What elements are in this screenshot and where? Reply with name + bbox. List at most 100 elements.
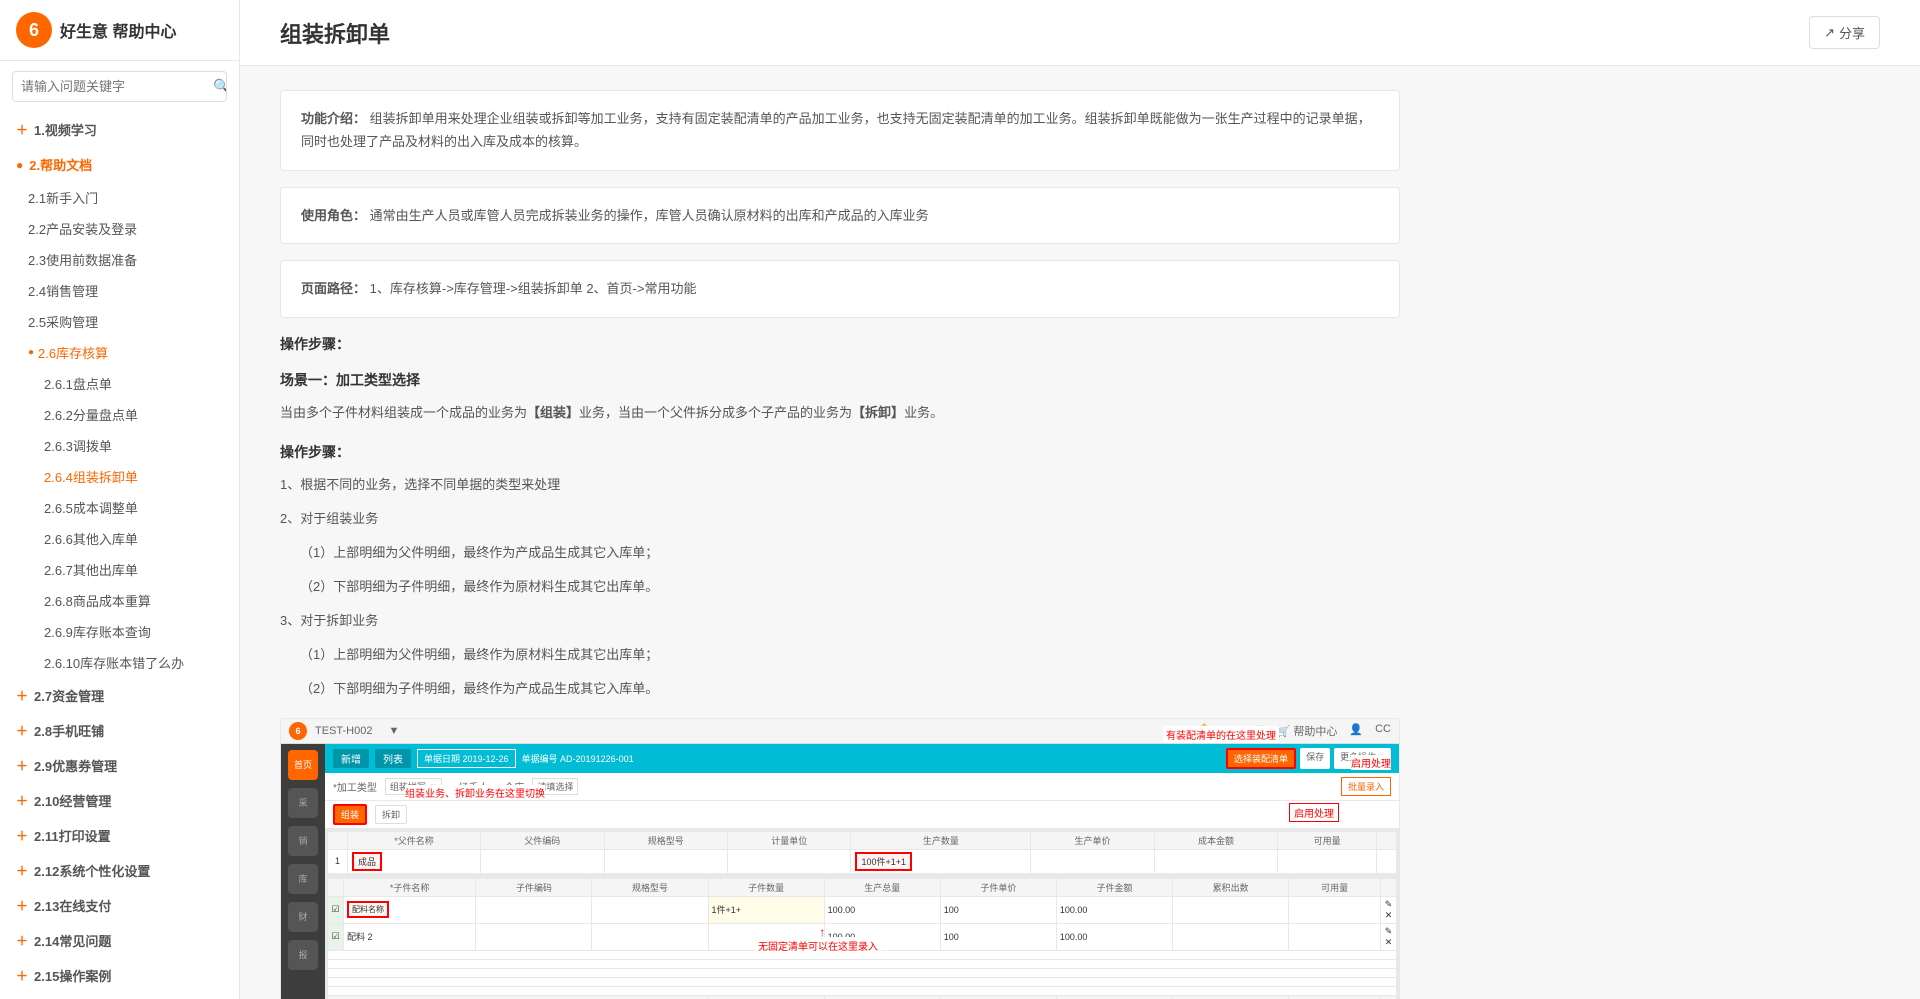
page-title: 组装拆卸单 [280, 17, 390, 49]
mini-form-area: 新增 列表 单据日期 2019-12-26 单据编号 AD-20191226-0… [325, 744, 1399, 999]
main-header: 组装拆卸单 ↗ 分享 [240, 0, 1920, 66]
sidebar-item-print[interactable]: ＋ 2.11打印设置 [0, 818, 239, 853]
mini-nav-icon-5: 报 [288, 940, 318, 970]
sidebar-item-newbie[interactable]: 2.1新手入门 [0, 182, 239, 213]
mini-logo: 6 [289, 722, 307, 740]
sidebar-item-stocktake[interactable]: 2.6.1盘点单 [0, 368, 239, 399]
screenshot-container: 6 TEST-H002 ▼ 🔔 App下载 🛒 帮助中心 👤 CC 首页 [280, 718, 1400, 999]
step-3-1: （1）上部明细为父件明细，最终作为原材料生成其它出库单； [300, 642, 1400, 668]
annotation-switch: 组装业务、拆卸业务在这里切换 [405, 785, 545, 800]
sidebar-item-video[interactable]: ＋ 1.视频学习 [0, 112, 239, 147]
annotation-manual-entry: 无固定清单可以在这里录入 [755, 937, 881, 954]
sidebar-item-account-check[interactable]: 2.6.9库存账本查询 [0, 616, 239, 647]
share-icon: ↗ [1824, 25, 1835, 41]
mini-disassembly-tab: 拆卸 [375, 805, 407, 824]
mini-nav-icon-4: 财 [288, 902, 318, 932]
mini-sub1-name: 配料名称 [347, 901, 389, 918]
mini-type-switch: 组装 拆卸 组装业务、拆卸业务在这里切换 启用处理 [325, 801, 1399, 829]
step-2-1: （1）上部明细为父件明细，最终作为产成品生成其它入库单； [300, 540, 1400, 566]
sidebar-item-online-pay[interactable]: ＋ 2.13在线支付 [0, 888, 239, 923]
role-intro-box: 使用角色： 通常由生产人员或库管人员完成拆装业务的操作，库管人员确认原材料的出库… [280, 187, 1400, 244]
mini-tab-list: 列表 [375, 749, 411, 768]
sidebar-item-data-prep[interactable]: 2.3使用前数据准备 [0, 244, 239, 275]
content-area: 功能介绍： 组装拆卸单用来处理企业组装或拆卸等加工业务，支持有固定装配清单的产品… [240, 66, 1440, 999]
screenshot-inner: 6 TEST-H002 ▼ 🔔 App下载 🛒 帮助中心 👤 CC 首页 [281, 719, 1399, 999]
mini-form-date: 单据日期 2019-12-26 [417, 749, 516, 768]
plus-icon-9: ＋ [16, 932, 28, 949]
main-content: 组装拆卸单 ↗ 分享 功能介绍： 组装拆卸单用来处理企业组装或拆卸等加工业务，支… [240, 0, 1920, 999]
plus-icon-4: ＋ [16, 757, 28, 774]
sidebar-item-account-error[interactable]: 2.6.10库存账本错了么办 [0, 647, 239, 678]
sidebar-item-video-label: 1.视频学习 [34, 120, 97, 139]
step-3: 3、对于拆卸业务 [280, 608, 1400, 634]
role-text: 通常由生产人员或库管人员完成拆装业务的操作，库管人员确认原材料的出库和产成品的入… [370, 208, 929, 223]
sidebar-item-faq[interactable]: ＋ 2.14常见问题 [0, 923, 239, 958]
step-2-2: （2）下部明细为子件明细，最终作为原材料生成其它出库单。 [300, 574, 1400, 600]
scene1-title: 场景一：加工类型选择 [280, 370, 1400, 390]
mini-batch-btn: 批量录入 [1341, 777, 1391, 796]
sidebar: 6 好生意 帮助中心 🔍 ＋ 1.视频学习 ● 2.帮助文档 2.1新手入门 2… [0, 0, 240, 999]
app-title: 好生意 帮助中心 [60, 18, 176, 42]
mini-tab-new: 新增 [333, 749, 369, 768]
mini-product-field: 成品 [352, 852, 382, 871]
sidebar-item-partial-stocktake[interactable]: 2.6.2分量盘点单 [0, 399, 239, 430]
sidebar-item-docs[interactable]: ● 2.帮助文档 [0, 147, 239, 182]
share-button[interactable]: ↗ 分享 [1809, 16, 1880, 49]
sidebar-item-cost-adjust[interactable]: 2.6.5成本调整单 [0, 492, 239, 523]
function-intro-label: 功能介绍： [301, 111, 366, 126]
annotation-arrow-up: ↑ [819, 925, 825, 939]
mini-bottom-table: *子件名称 子件编码 规格型号 子件数量 生产总量 子件单价 子件金额 累积出数 [327, 878, 1397, 999]
plus-icon-2: ＋ [16, 687, 28, 704]
function-intro-text: 组装拆卸单用来处理企业组装或拆卸等加工业务，支持有固定装配清单的产品加工业务，也… [301, 111, 1371, 149]
mini-save-btn: 保存 [1300, 748, 1330, 769]
mini-home-icon: 首页 [288, 750, 318, 780]
path-label: 页面路径： [301, 281, 366, 296]
sidebar-item-coupon[interactable]: ＋ 2.9优惠券管理 [0, 748, 239, 783]
operations-title: 操作步骤： [280, 334, 1400, 354]
sidebar-item-personalize[interactable]: ＋ 2.12系统个性化设置 [0, 853, 239, 888]
mini-qty-field: 100件+1+1 [855, 852, 912, 871]
path-text: 1、库存核算->库存管理->组装拆卸单 2、首页->常用功能 [370, 281, 697, 296]
scene1-desc: 当由多个子件材料组装成一个成品的业务为【组装】业务，当由一个父件拆分成多个子产品… [280, 400, 1400, 426]
sidebar-header: 6 好生意 帮助中心 [0, 0, 239, 61]
sidebar-item-install[interactable]: 2.2产品安装及登录 [0, 213, 239, 244]
sidebar-item-adjust[interactable]: 2.6.3调拨单 [0, 430, 239, 461]
search-bar[interactable]: 🔍 [12, 71, 227, 102]
plus-icon-10: ＋ [16, 967, 28, 984]
plus-icon-5: ＋ [16, 792, 28, 809]
sidebar-item-cases[interactable]: ＋ 2.15操作案例 [0, 958, 239, 993]
mini-dropdown: ▼ [388, 725, 399, 737]
search-input[interactable] [13, 73, 205, 100]
sidebar-item-inventory[interactable]: ● 2.6库存核算 [0, 337, 239, 368]
mini-test-id: TEST-H002 [315, 725, 372, 737]
sidebar-item-cost-reset[interactable]: 2.6.8商品成本重算 [0, 585, 239, 616]
sidebar-item-operation[interactable]: ＋ 2.10经营管理 [0, 783, 239, 818]
mini-nav-icon-2: 销 [288, 826, 318, 856]
mini-form-num: 单据编号 AD-20191226-001 [522, 752, 634, 765]
app-logo: 6 [16, 12, 52, 48]
mini-top-table: *父件名称 父件编码 规格型号 计量单位 生产数量 生产单价 成本金额 可用量 [327, 831, 1397, 874]
plus-icon-6: ＋ [16, 827, 28, 844]
sidebar-item-other-in[interactable]: 2.6.6其他入库单 [0, 523, 239, 554]
sidebar-item-assembly[interactable]: 2.6.4组装拆卸单 [0, 461, 239, 492]
mini-nav-icon-3: 库 [288, 864, 318, 894]
share-label: 分享 [1839, 23, 1865, 42]
mini-select-btn: 选择装配清单 [1226, 748, 1296, 769]
annotation-enable: 启用处理 [1351, 755, 1391, 770]
sidebar-item-docs-label: 2.帮助文档 [29, 155, 92, 174]
minus-icon: ● [16, 158, 23, 172]
function-intro-box: 功能介绍： 组装拆卸单用来处理企业组装或拆卸等加工业务，支持有固定装配清单的产品… [280, 90, 1400, 171]
sidebar-item-mobile[interactable]: ＋ 2.8手机旺铺 [0, 713, 239, 748]
sidebar-item-capital[interactable]: ＋ 2.7资金管理 [0, 678, 239, 713]
mini-body: 首页 采 销 库 财 报 新增 列表 单据日期 2019-12-26 [281, 744, 1399, 999]
annotation-assembly-list: 有装配清单的在这里处理 [1163, 726, 1279, 743]
sidebar-item-purchase[interactable]: 2.5采购管理 [0, 306, 239, 337]
search-icon[interactable]: 🔍 [205, 72, 227, 101]
ops-steps-title: 操作步骤： [280, 442, 1400, 462]
sidebar-item-sales[interactable]: 2.4销售管理 [0, 275, 239, 306]
plus-icon-8: ＋ [16, 897, 28, 914]
nav-list: ＋ 1.视频学习 ● 2.帮助文档 2.1新手入门 2.2产品安装及登录 2.3… [0, 112, 239, 999]
sidebar-item-other-out[interactable]: 2.6.7其他出库单 [0, 554, 239, 585]
mini-nav-icon-1: 采 [288, 788, 318, 818]
plus-icon-7: ＋ [16, 862, 28, 879]
